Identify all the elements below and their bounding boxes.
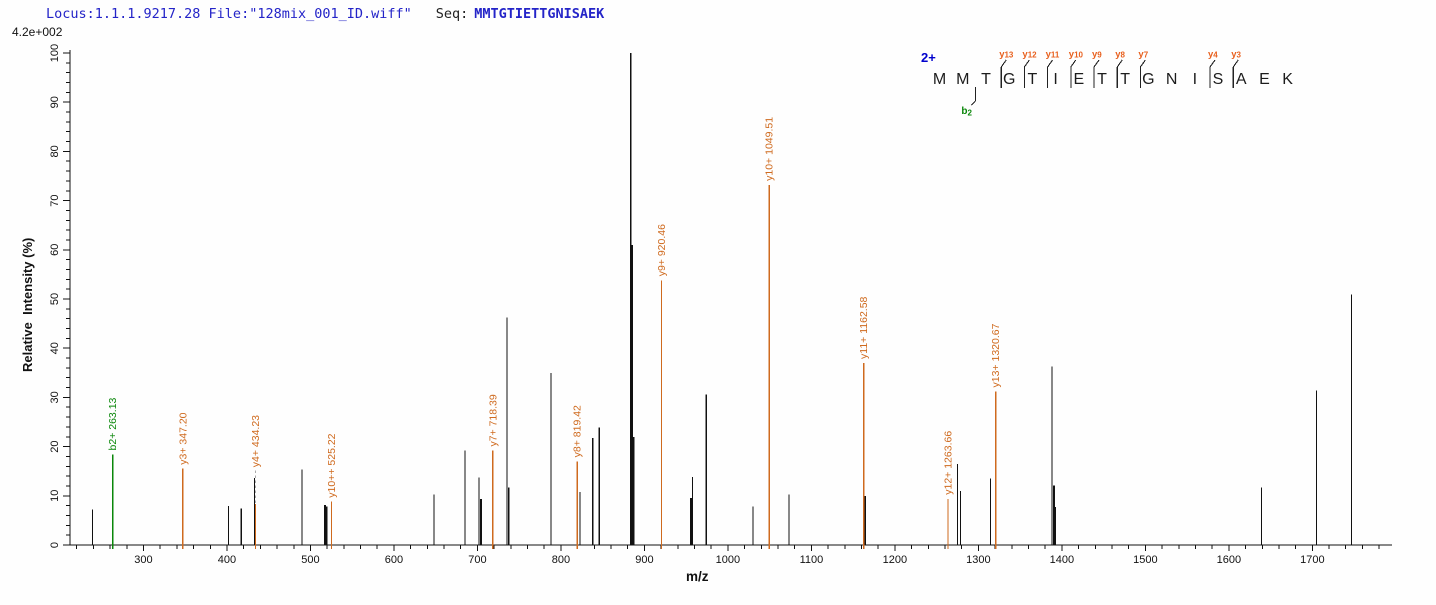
axes <box>66 50 1392 545</box>
ion-peak-label: y12+ 1263.66 <box>943 431 955 495</box>
y-tick-label: 0 <box>49 542 61 548</box>
residue-letter: E <box>1259 71 1270 88</box>
precursor-charge-label: 2+ <box>921 50 936 65</box>
fragment-ion-label: y8 <box>1115 49 1125 60</box>
residue-letter: T <box>981 71 991 88</box>
residue-letter: M <box>933 71 946 88</box>
residue-letter: K <box>1282 71 1293 88</box>
x-tick-label: 800 <box>552 554 570 566</box>
x-tick-label: 1700 <box>1300 554 1324 566</box>
unassigned-peaks <box>93 53 1352 545</box>
y-tick-label: 70 <box>49 194 61 206</box>
y-tick-label: 80 <box>49 145 61 157</box>
residue-letter: T <box>1028 71 1038 88</box>
y-tick-label: 100 <box>49 44 61 62</box>
ion-peak-label: y3+ 347.20 <box>177 412 189 464</box>
x-tick-label: 1200 <box>883 554 907 566</box>
y-tick-label: 50 <box>49 293 61 305</box>
ms2-spectrum-plot: 3004005006007008009001000110012001300140… <box>0 0 1436 605</box>
peak-y12+: y12+ 1263.66 <box>943 431 955 549</box>
fragment-ion-label: y11 <box>1046 49 1060 60</box>
peak-y7+: y7+ 718.39 <box>487 394 499 549</box>
peak-y8+: y8+ 819.42 <box>572 405 584 549</box>
peak-y13+: y13+ 1320.67 <box>990 323 1002 549</box>
y-tick-label: 30 <box>49 391 61 403</box>
y-axis-ticks: 0 10 20 30 40 50 60 70 80 90 100 <box>49 44 70 548</box>
fragment-ion-label: y12 <box>1022 49 1037 60</box>
fragment-ion-label: y3 <box>1231 49 1241 60</box>
residue-letter: I <box>1053 71 1057 88</box>
sequence-fragment-panel: 2+MMTGTIETTGNISAEKb2y13y12y11y10y9y8y7y4… <box>921 49 1293 118</box>
residue-letter: A <box>1236 71 1247 88</box>
peak-y10++: y10++ 525.22 <box>326 433 338 549</box>
residue-letter: M <box>956 71 969 88</box>
residue-letter: E <box>1073 71 1084 88</box>
ion-peak-label: y13+ 1320.67 <box>990 323 1002 387</box>
assigned-ion-peaks: b2+ 263.13 y3+ 347.20 y4+ 434.23 y10++ 525.… <box>107 117 1002 549</box>
ion-peak-label: b2+ 263.13 <box>107 397 119 450</box>
x-tick-label: 900 <box>635 554 653 566</box>
peak-b2+: b2+ 263.13 <box>107 397 119 549</box>
ion-peak-label: y10+ 1049.51 <box>764 117 776 181</box>
peak-y3+: y3+ 347.20 <box>177 412 189 549</box>
fragment-ion-label: b2 <box>961 106 972 118</box>
x-tick-label: 400 <box>218 554 236 566</box>
residue-letter: I <box>1193 71 1197 88</box>
fragment-ion-label: y13 <box>999 49 1014 60</box>
ion-peak-label: y11+ 1162.58 <box>858 296 870 359</box>
peak-y9+: y9+ 920.46 <box>656 224 668 549</box>
residue-letter: N <box>1166 71 1178 88</box>
x-tick-label: 600 <box>385 554 403 566</box>
y-tick-label: 20 <box>49 440 61 452</box>
fragment-ion-label: y10 <box>1069 49 1084 60</box>
peak-y10+: y10+ 1049.51 <box>764 117 776 549</box>
y-tick-label: 60 <box>49 244 61 256</box>
x-tick-label: 500 <box>301 554 319 566</box>
fragment-ion-label: y4 <box>1208 49 1218 60</box>
ion-peak-label: y4+ 434.23 <box>250 415 262 467</box>
y-tick-label: 40 <box>49 342 61 354</box>
spectrum-viewer-window: Locus:1.1.1.9217.28 File:"128mix_001_ID.… <box>0 0 1436 605</box>
ion-peak-label: y9+ 920.46 <box>656 224 668 276</box>
x-tick-label: 1300 <box>966 554 990 566</box>
ion-peak-label: y8+ 819.42 <box>572 405 584 457</box>
residue-letter: G <box>1142 71 1154 88</box>
residue-letter: G <box>1003 71 1015 88</box>
y-tick-label: 90 <box>49 96 61 108</box>
residue-letter: S <box>1213 71 1224 88</box>
x-tick-label: 1400 <box>1050 554 1074 566</box>
peak-y4+: y4+ 434.23 <box>250 415 262 549</box>
x-tick-label: 1600 <box>1217 554 1241 566</box>
x-tick-label: 700 <box>468 554 486 566</box>
fragment-ion-label: y7 <box>1138 49 1148 60</box>
ion-peak-label: y10++ 525.22 <box>326 433 338 497</box>
peak-y11+: y11+ 1162.58 <box>858 296 870 549</box>
ion-peak-label: y7+ 718.39 <box>487 394 499 446</box>
y-tick-label: 10 <box>49 490 61 502</box>
x-tick-label: 1500 <box>1133 554 1157 566</box>
fragment-cut-b2: b2 <box>961 87 975 118</box>
x-tick-label: 300 <box>134 554 152 566</box>
x-tick-label: 1000 <box>716 554 740 566</box>
fragment-ion-label: y9 <box>1092 49 1102 60</box>
residue-letter: T <box>1120 71 1130 88</box>
x-axis-ticks: 300 400 500 600 700 800 900 1000 1100 1200 1300 140… <box>77 545 1379 566</box>
residue-letter: T <box>1097 71 1107 88</box>
x-tick-label: 1100 <box>800 554 824 566</box>
